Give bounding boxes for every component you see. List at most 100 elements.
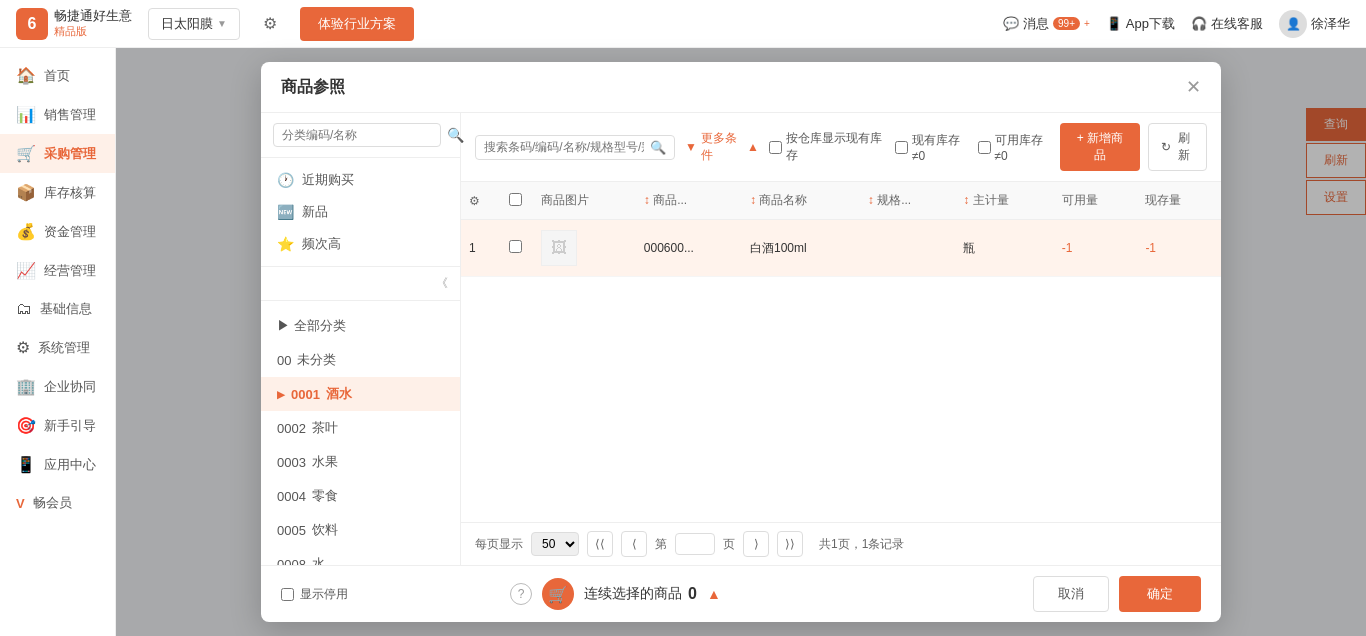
- sidebar-item-home[interactable]: 🏠 首页: [0, 56, 115, 95]
- cell-checkbox[interactable]: [497, 220, 533, 277]
- add-product-button[interactable]: + 新增商品: [1060, 123, 1139, 171]
- th-unit[interactable]: ↕ 主计量: [955, 182, 1054, 220]
- sidebar-item-sales[interactable]: 📊 销售管理: [0, 95, 115, 134]
- product-table-wrap: ⚙ 商品图片 ↕: [461, 182, 1221, 522]
- cart-label: 连续选择的商品: [584, 585, 682, 603]
- category-item-0008[interactable]: 0008 水: [261, 547, 460, 565]
- show-disabled-checkbox[interactable]: [281, 588, 294, 601]
- user-avatar-item[interactable]: 👤 徐泽华: [1279, 10, 1350, 38]
- category-item-0005[interactable]: 0005 饮料: [261, 513, 460, 547]
- avatar: 👤: [1279, 10, 1307, 38]
- quick-access-list: 🕐 近期购买 🆕 新品 ⭐ 频次高: [261, 158, 460, 267]
- th-checkbox[interactable]: [497, 182, 533, 220]
- cart-count-area: 连续选择的商品 0: [584, 585, 697, 603]
- sidebar-item-apps[interactable]: 📱 应用中心: [0, 445, 115, 484]
- cell-name: 白酒100ml: [742, 220, 860, 277]
- select-all-checkbox[interactable]: [509, 193, 522, 206]
- sidebar-item-inventory[interactable]: 📦 库存核算: [0, 173, 115, 212]
- th-name[interactable]: ↕ 商品名称: [742, 182, 860, 220]
- online-service-item[interactable]: 🎧 在线客服: [1191, 15, 1263, 33]
- category-search-input[interactable]: [273, 123, 441, 147]
- filter-right-btns: + 新增商品 ↻ 刷新: [1060, 123, 1207, 171]
- app-download-item[interactable]: 📱 App下载: [1106, 15, 1175, 33]
- th-stock: 现存量: [1137, 182, 1221, 220]
- sidebar-item-finance[interactable]: 💰 资金管理: [0, 212, 115, 251]
- main-layout: 🏠 首页 📊 销售管理 🛒 采购管理 📦 库存核算 💰 资金管理 📈 经营管理 …: [0, 48, 1366, 636]
- experience-button[interactable]: 体验行业方案: [300, 7, 414, 41]
- product-search-input[interactable]: [484, 140, 644, 154]
- stock-nonzero-check[interactable]: 现有库存≠0: [895, 132, 968, 163]
- collapse-panel-button[interactable]: 《: [261, 267, 460, 301]
- vip-icon: V: [16, 496, 25, 511]
- refresh-icon: ↻: [1161, 140, 1171, 154]
- messages-item[interactable]: 💬 消息 99+ +: [1003, 15, 1090, 33]
- sidebar-label-sales: 销售管理: [44, 106, 96, 124]
- sidebar-item-guide[interactable]: 🎯 新手引导: [0, 406, 115, 445]
- confirm-button[interactable]: 确定: [1119, 576, 1201, 612]
- sidebar-item-enterprise[interactable]: 🏢 企业协同: [0, 367, 115, 406]
- help-icon[interactable]: ?: [510, 583, 532, 605]
- page-number-input[interactable]: 1: [675, 533, 715, 555]
- sidebar-item-system[interactable]: ⚙ 系统管理: [0, 328, 115, 367]
- cart-button[interactable]: 🛒: [542, 578, 574, 610]
- cat-code-0003: 0003: [277, 455, 306, 470]
- next-page-button[interactable]: ⟩: [743, 531, 769, 557]
- sidebar-item-basic-info[interactable]: 🗂 基础信息: [0, 290, 115, 328]
- available-nonzero-check[interactable]: 可用库存≠0: [978, 132, 1051, 163]
- prev-page-button[interactable]: ⟨: [621, 531, 647, 557]
- total-info: 共1页，1条记录: [819, 536, 904, 553]
- cat-name-0002: 茶叶: [312, 419, 338, 437]
- prev-page-icon: ⟨: [632, 537, 637, 551]
- message-icon: 💬: [1003, 16, 1019, 31]
- search-icon[interactable]: 🔍: [447, 127, 464, 143]
- all-category-item[interactable]: ▶ 全部分类: [261, 309, 460, 343]
- navbar: 6 畅捷通好生意 精品版 日太阳膜 ▼ ⚙ 体验行业方案 💬 消息 99+ + …: [0, 0, 1366, 48]
- sidebar-label-inventory: 库存核算: [44, 184, 96, 202]
- up-arrow-icon[interactable]: ▲: [707, 586, 721, 602]
- content-area: 查询 刷新 设置 商品参照 ✕ 🔍: [116, 48, 1366, 636]
- th-settings[interactable]: ⚙: [461, 182, 497, 220]
- category-item-0002[interactable]: 0002 茶叶: [261, 411, 460, 445]
- row-checkbox[interactable]: [509, 240, 522, 253]
- category-item-0004[interactable]: 0004 零食: [261, 479, 460, 513]
- first-page-icon: ⟨⟨: [595, 537, 605, 551]
- last-page-button[interactable]: ⟩⟩: [777, 531, 803, 557]
- th-spec[interactable]: ↕ 规格...: [860, 182, 955, 220]
- sidebar-item-operations[interactable]: 📈 经营管理: [0, 251, 115, 290]
- new-product-item[interactable]: 🆕 新品: [261, 196, 460, 228]
- category-item-0003[interactable]: 0003 水果: [261, 445, 460, 479]
- per-page-select[interactable]: 50: [531, 532, 579, 556]
- recent-purchase-item[interactable]: 🕐 近期购买: [261, 164, 460, 196]
- category-item-0001[interactable]: ▶ 0001 酒水: [261, 377, 460, 411]
- th-image: 商品图片: [533, 182, 636, 220]
- warehouse-stock-check[interactable]: 按仓库显示现有库存: [769, 130, 885, 164]
- cancel-button[interactable]: 取消: [1033, 576, 1109, 612]
- mobile-icon: 📱: [1106, 16, 1122, 31]
- th-code[interactable]: ↕ 商品...: [636, 182, 742, 220]
- frequent-item[interactable]: ⭐ 频次高: [261, 228, 460, 260]
- show-disabled-check[interactable]: 显示停用: [281, 586, 348, 603]
- more-filter-button[interactable]: ▼ 更多条件 ▲: [685, 130, 759, 164]
- store-selector[interactable]: 日太阳膜 ▼: [148, 8, 240, 40]
- product-search-icon[interactable]: 🔍: [650, 140, 666, 155]
- category-item-00[interactable]: 00 未分类: [261, 343, 460, 377]
- sidebar-item-purchase[interactable]: 🛒 采购管理: [0, 134, 115, 173]
- data-panel: 🔍 ▼ 更多条件 ▲ 按仓库显示现有库存: [461, 113, 1221, 565]
- settings-icon[interactable]: ⚙: [252, 6, 288, 42]
- all-category-label: ▶ 全部分类: [277, 317, 346, 335]
- footer-action-btns: 取消 确定: [1033, 576, 1201, 612]
- close-icon[interactable]: ✕: [1186, 76, 1201, 98]
- sidebar-label-system: 系统管理: [38, 339, 90, 357]
- first-page-button[interactable]: ⟨⟨: [587, 531, 613, 557]
- sidebar-item-vip[interactable]: V 畅会员: [0, 484, 115, 522]
- stock-nonzero-checkbox[interactable]: [895, 141, 908, 154]
- table-row[interactable]: 1 🖼: [461, 220, 1221, 277]
- new-icon: 🆕: [277, 204, 294, 220]
- sidebar-label-purchase: 采购管理: [44, 145, 96, 163]
- sidebar: 🏠 首页 📊 销售管理 🛒 采购管理 📦 库存核算 💰 资金管理 📈 经营管理 …: [0, 48, 116, 636]
- warehouse-stock-checkbox[interactable]: [769, 141, 782, 154]
- basic-info-icon: 🗂: [16, 300, 32, 318]
- cell-unit: 瓶: [955, 220, 1054, 277]
- refresh-button[interactable]: ↻ 刷新: [1148, 123, 1207, 171]
- available-nonzero-checkbox[interactable]: [978, 141, 991, 154]
